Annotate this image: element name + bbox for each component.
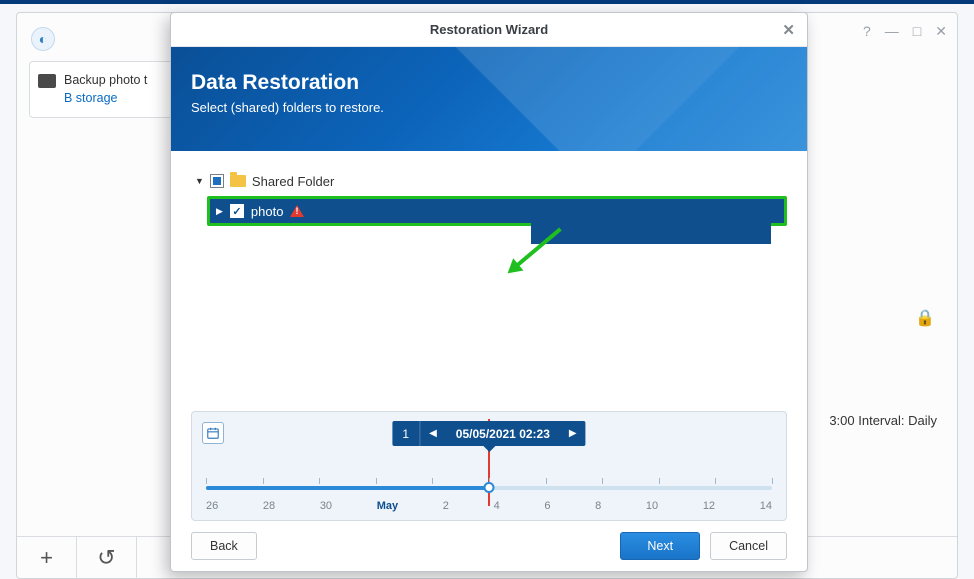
maximize-icon[interactable]: □ (913, 23, 921, 39)
cancel-button[interactable]: Cancel (710, 532, 787, 560)
selection-background-stripe (531, 222, 771, 244)
tree-root-label: Shared Folder (252, 174, 334, 189)
timeline-knob[interactable] (484, 482, 495, 493)
timeline-panel: 1 ◀ 05/05/2021 02:23 ▶ 26 28 30 May 2 4 … (191, 411, 787, 521)
version-selector: 1 ◀ 05/05/2021 02:23 ▶ (392, 421, 585, 446)
version-counter: 1 (392, 421, 419, 446)
timeline-labels: 26 28 30 May 2 4 6 8 10 12 14 (206, 500, 772, 512)
task-sidebar: Backup photo t B storage (29, 61, 179, 118)
os-top-bar (0, 0, 974, 4)
task-title: Backup photo t (64, 72, 168, 90)
tick-label: 14 (760, 500, 772, 512)
checkbox-partial[interactable] (210, 174, 224, 188)
calendar-button[interactable] (202, 422, 224, 444)
dialog-footer: Back Next Cancel (171, 521, 807, 571)
folder-tree: ▼ Shared Folder ▶ ✓ photo (191, 169, 787, 226)
history-button[interactable]: ↺ (77, 537, 137, 579)
tree-item-label: photo (251, 204, 284, 219)
banner-subtitle: Select (shared) folders to restore. (191, 100, 787, 115)
tick-label: 12 (703, 500, 715, 512)
tree-item-photo[interactable]: ▶ ✓ photo (210, 199, 784, 223)
help-icon[interactable]: ? (863, 23, 871, 39)
restoration-wizard-dialog: Restoration Wizard ✕ Data Restoration Se… (170, 12, 808, 572)
dialog-title: Restoration Wizard (430, 22, 548, 37)
tick-label-month: May (377, 500, 398, 512)
tick-label: 26 (206, 500, 218, 512)
calendar-icon (206, 426, 220, 440)
prev-version-button[interactable]: ◀ (420, 428, 446, 439)
warning-icon (290, 205, 304, 217)
version-datetime: 05/05/2021 02:23 (446, 421, 560, 446)
tick-label: 8 (595, 500, 601, 512)
tick-label: 30 (320, 500, 332, 512)
dialog-banner: Data Restoration Select (shared) folders… (171, 47, 807, 151)
checkbox-checked[interactable]: ✓ (230, 204, 244, 218)
tick-label: 2 (443, 500, 449, 512)
dialog-body: ▼ Shared Folder ▶ ✓ photo (171, 151, 807, 411)
tick-label: 10 (646, 500, 658, 512)
dialog-titlebar: Restoration Wizard ✕ (171, 13, 807, 47)
tick-label: 28 (263, 500, 275, 512)
tree-root-row[interactable]: ▼ Shared Folder (191, 169, 787, 193)
caret-right-icon[interactable]: ▶ (216, 206, 223, 217)
dialog-close-icon[interactable]: ✕ (782, 21, 795, 39)
back-button[interactable]: Back (191, 532, 257, 560)
caret-down-icon[interactable]: ▼ (195, 176, 204, 186)
next-button[interactable]: Next (620, 532, 700, 560)
add-task-button[interactable]: + (17, 537, 77, 579)
tick-label: 4 (494, 500, 500, 512)
lock-icon: 🔒 (915, 308, 935, 328)
minimize-icon[interactable]: — (885, 23, 899, 39)
folder-icon (230, 175, 246, 187)
task-storage: B storage (64, 90, 168, 108)
app-logo-icon: ◐ (31, 27, 55, 51)
banner-heading: Data Restoration (191, 71, 787, 95)
schedule-info: 3:00 Interval: Daily (829, 413, 937, 428)
tick-label: 6 (544, 500, 550, 512)
next-version-button[interactable]: ▶ (560, 428, 586, 439)
close-icon[interactable]: ✕ (935, 23, 947, 40)
backup-task-card[interactable]: Backup photo t B storage (29, 61, 179, 118)
